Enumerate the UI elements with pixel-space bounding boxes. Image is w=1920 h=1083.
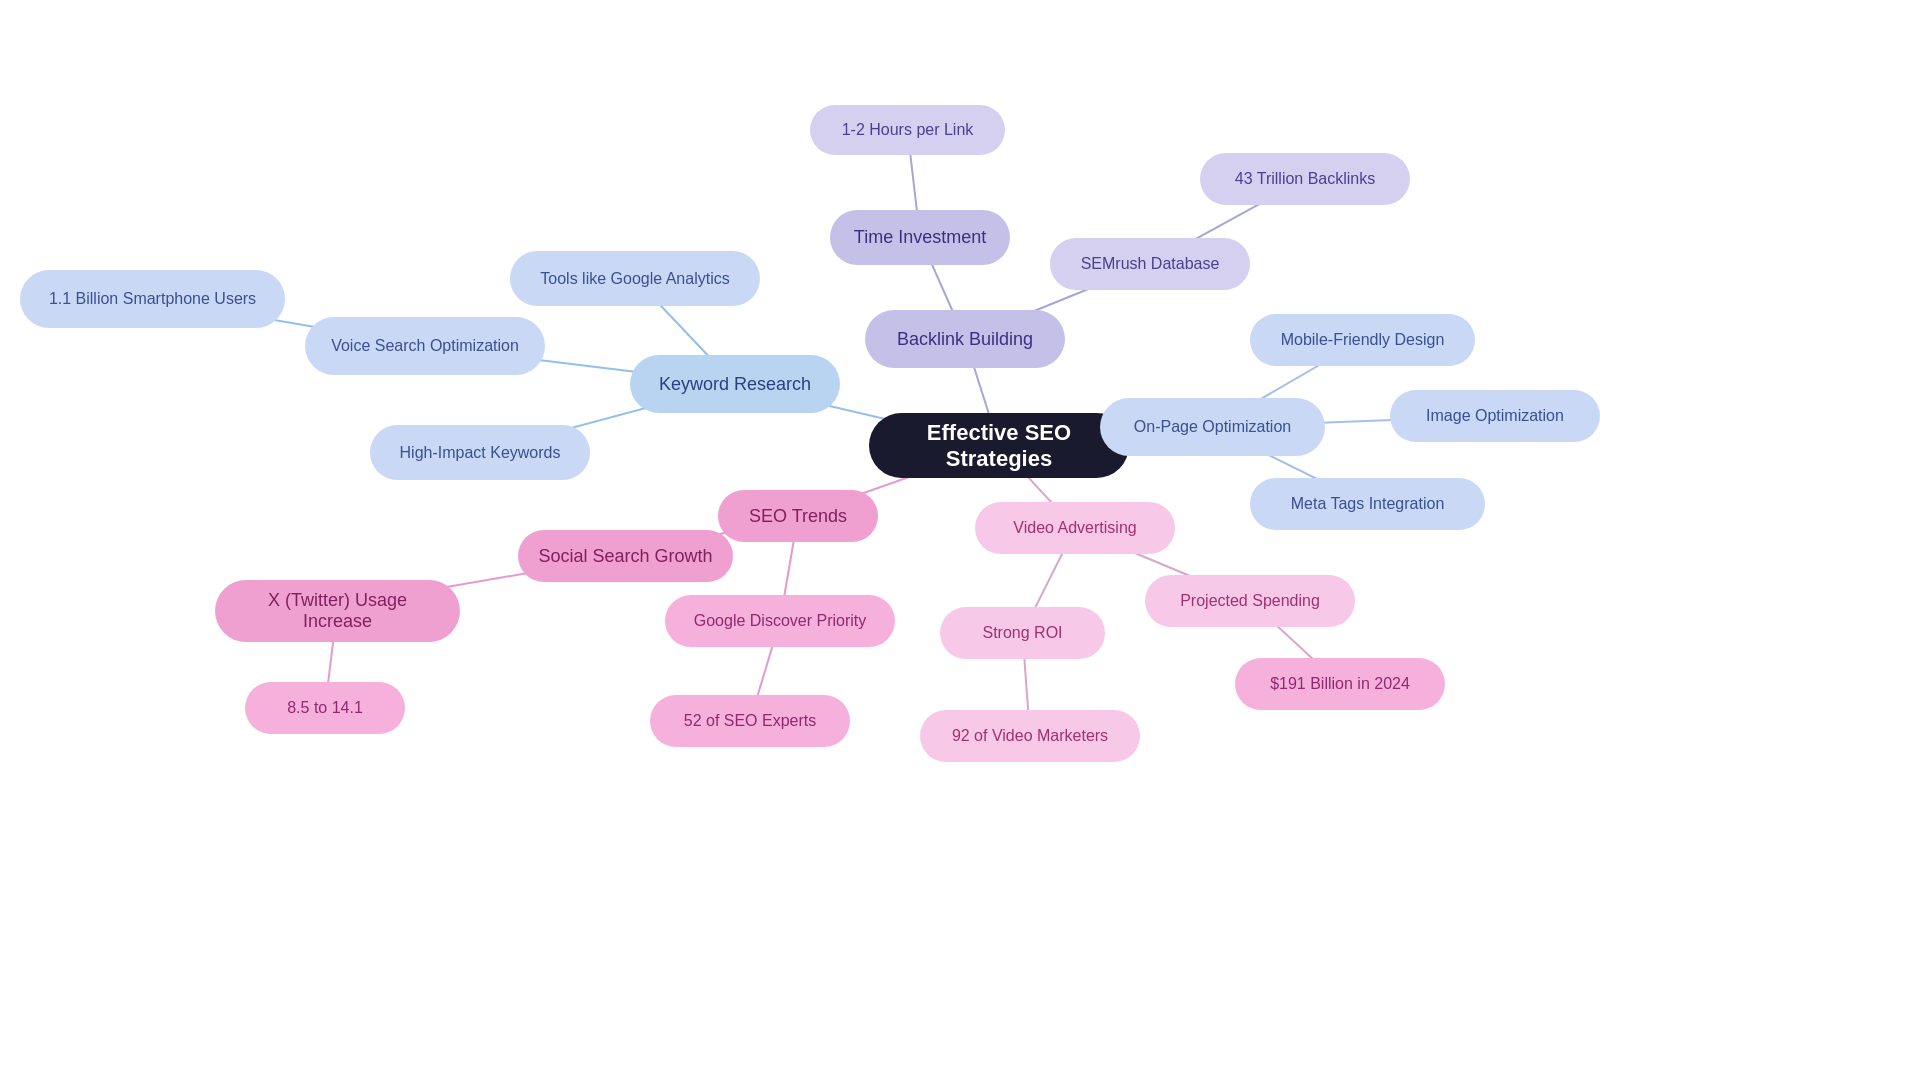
node-twitter-usage[interactable]: X (Twitter) Usage Increase — [215, 580, 460, 642]
node-92-video[interactable]: 92 of Video Marketers — [920, 710, 1140, 762]
node-on-page-opt[interactable]: On-Page Optimization — [1100, 398, 1325, 456]
node-85-141[interactable]: 8.5 to 14.1 — [245, 682, 405, 734]
connections-layer — [0, 0, 1920, 1083]
node-social-search[interactable]: Social Search Growth — [518, 530, 733, 582]
node-strong-roi[interactable]: Strong ROI — [940, 607, 1105, 659]
node-google-discover[interactable]: Google Discover Priority — [665, 595, 895, 647]
node-high-impact[interactable]: High-Impact Keywords — [370, 425, 590, 480]
node-meta-tags[interactable]: Meta Tags Integration — [1250, 478, 1485, 530]
node-projected-spending[interactable]: Projected Spending — [1145, 575, 1355, 627]
node-mobile-friendly[interactable]: Mobile-Friendly Design — [1250, 314, 1475, 366]
node-191-billion[interactable]: $191 Billion in 2024 — [1235, 658, 1445, 710]
node-center[interactable]: Effective SEO Strategies — [869, 413, 1129, 478]
node-52-seo-experts[interactable]: 52 of SEO Experts — [650, 695, 850, 747]
node-video-advertising[interactable]: Video Advertising — [975, 502, 1175, 554]
node-seo-trends[interactable]: SEO Trends — [718, 490, 878, 542]
node-tools-google[interactable]: Tools like Google Analytics — [510, 251, 760, 306]
node-keyword-research[interactable]: Keyword Research — [630, 355, 840, 413]
node-hours-per-link[interactable]: 1-2 Hours per Link — [810, 105, 1005, 155]
node-backlink-building[interactable]: Backlink Building — [865, 310, 1065, 368]
node-43-trillion[interactable]: 43 Trillion Backlinks — [1200, 153, 1410, 205]
node-smartphone-users[interactable]: 1.1 Billion Smartphone Users — [20, 270, 285, 328]
node-voice-search[interactable]: Voice Search Optimization — [305, 317, 545, 375]
node-semrush-db[interactable]: SEMrush Database — [1050, 238, 1250, 290]
node-time-investment[interactable]: Time Investment — [830, 210, 1010, 265]
node-image-opt[interactable]: Image Optimization — [1390, 390, 1600, 442]
mind-map: Effective SEO Strategies Keyword Research… — [0, 0, 1920, 1083]
